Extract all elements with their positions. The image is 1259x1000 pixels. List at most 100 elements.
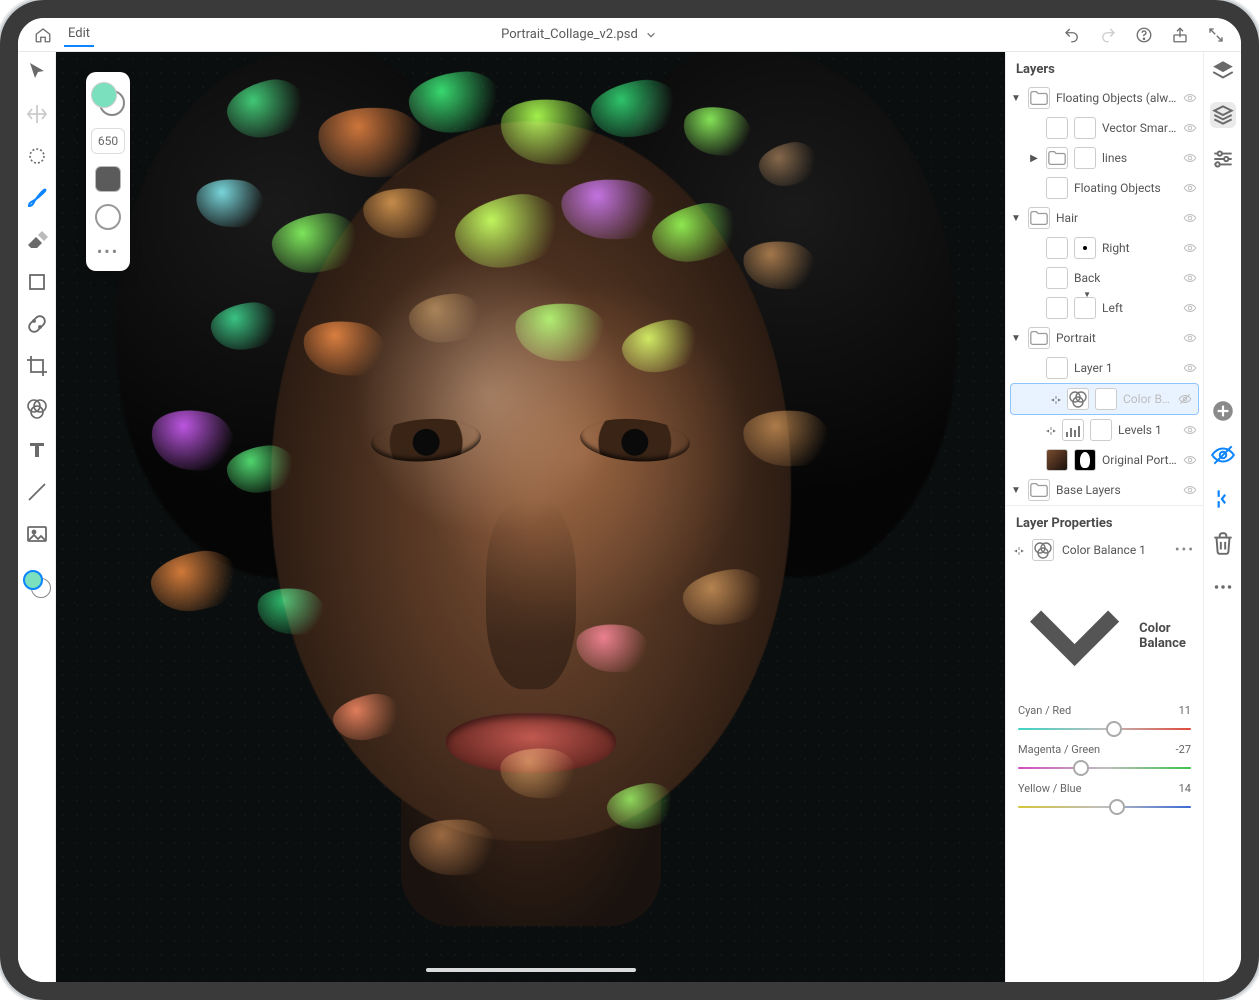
brush-size-field[interactable]: 650 — [91, 128, 125, 154]
visibility-off-icon[interactable] — [1178, 392, 1192, 406]
layer-thumbnail — [1028, 327, 1050, 349]
selected-layer-name: Color Balance 1 — [1062, 543, 1167, 557]
layer-name: lines — [1102, 151, 1177, 165]
adjustment-shortcut-icon[interactable] — [1210, 486, 1236, 512]
foreground-color-swatch — [23, 570, 43, 590]
layer-thumbnail — [1046, 267, 1068, 289]
layer-mask-thumbnail — [1095, 388, 1117, 410]
layer-group[interactable]: ▶ lines — [1006, 143, 1203, 173]
top-bar: Edit Portrait_Collage_v2.psd — [18, 18, 1241, 52]
visibility-icon[interactable] — [1183, 331, 1197, 345]
layer-properties-more-icon[interactable]: ••• — [1175, 542, 1195, 558]
disclosure-caret-icon[interactable]: ▼ — [1010, 333, 1022, 344]
layer-name: Original Portr... — [1102, 453, 1177, 467]
layer-name: Portrait — [1056, 331, 1177, 345]
visibility-toggle-icon[interactable] — [1210, 442, 1236, 468]
disclosure-caret-icon[interactable]: ▼ — [1010, 93, 1022, 104]
document-title: Portrait_Collage_v2.psd — [501, 27, 638, 42]
layers-detail-icon[interactable] — [1210, 102, 1236, 128]
redo-icon[interactable] — [1099, 26, 1117, 44]
color-balance-header[interactable]: Color Balance — [1006, 565, 1203, 698]
visibility-icon[interactable] — [1183, 483, 1197, 497]
visibility-icon[interactable] — [1183, 91, 1197, 105]
move-tool-icon[interactable] — [25, 60, 49, 84]
add-layer-icon[interactable] — [1210, 398, 1236, 424]
visibility-icon[interactable] — [1183, 121, 1197, 135]
layer-name: Left — [1102, 301, 1177, 315]
more-actions-icon[interactable] — [1210, 574, 1236, 600]
layers-compact-icon[interactable] — [1210, 58, 1236, 84]
brush-preset-tile[interactable] — [95, 166, 121, 192]
layer-group[interactable]: ▼ Portrait — [1006, 323, 1203, 353]
home-icon[interactable] — [34, 26, 52, 44]
layer-name: Floating Objects (always... — [1056, 91, 1177, 105]
visibility-icon[interactable] — [1183, 181, 1197, 195]
brush-color-swatch[interactable] — [91, 82, 125, 116]
layer-group[interactable]: ▼ Floating Objects (always... — [1006, 83, 1203, 113]
layer-name: Vector Smart... — [1102, 121, 1177, 135]
visibility-icon[interactable] — [1183, 271, 1197, 285]
brush-hardness-swatch[interactable] — [95, 204, 121, 230]
layer-name: Base Layers — [1056, 483, 1177, 497]
canvas[interactable] — [56, 52, 1005, 982]
layer-item[interactable]: Vector Smart... — [1006, 113, 1203, 143]
more-options-icon[interactable]: ••• — [97, 242, 119, 261]
place-image-tool-icon[interactable] — [25, 522, 49, 546]
type-tool-icon[interactable] — [25, 438, 49, 462]
layer-mask-thumbnail — [1074, 237, 1096, 259]
brush-tool-icon[interactable] — [25, 186, 49, 210]
channel-slider[interactable] — [1018, 760, 1191, 776]
delete-layer-icon[interactable] — [1210, 530, 1236, 556]
layer-item[interactable]: Original Portr... — [1006, 445, 1203, 475]
channel-slider[interactable] — [1018, 721, 1191, 737]
fullscreen-icon[interactable] — [1207, 26, 1225, 44]
help-icon[interactable] — [1135, 26, 1153, 44]
layer-name: Floating Objects — [1074, 181, 1177, 195]
lasso-tool-icon[interactable] — [25, 144, 49, 168]
visibility-icon[interactable] — [1183, 361, 1197, 375]
fill-tool-icon[interactable] — [25, 270, 49, 294]
layer-mask-thumbnail — [1074, 117, 1096, 139]
adjustment-thumb — [1032, 539, 1054, 561]
layer-item[interactable]: Layer 1 — [1006, 353, 1203, 383]
layer-item[interactable]: Right — [1006, 233, 1203, 263]
channel-label: Magenta / Green — [1018, 743, 1100, 756]
foreground-background-color[interactable] — [23, 570, 51, 598]
disclosure-caret-icon[interactable]: ▼ — [1010, 213, 1022, 224]
transform-tool-icon[interactable] — [25, 102, 49, 126]
layer-group[interactable]: ▼ Hair — [1006, 203, 1203, 233]
properties-icon[interactable] — [1210, 146, 1236, 172]
channel-label: Cyan / Red — [1018, 704, 1071, 717]
layer-item[interactable]: Color Balan... — [1010, 383, 1199, 415]
layer-name: Levels 1 — [1118, 423, 1177, 437]
layer-thumbnail — [1046, 357, 1068, 379]
layer-thumbnail — [1046, 297, 1068, 319]
visibility-icon[interactable] — [1183, 211, 1197, 225]
visibility-icon[interactable] — [1183, 301, 1197, 315]
layer-item[interactable]: ▼Left — [1006, 293, 1203, 323]
layer-item[interactable]: Back — [1006, 263, 1203, 293]
undo-icon[interactable] — [1063, 26, 1081, 44]
layer-item[interactable]: Floating Objects — [1006, 173, 1203, 203]
color-balance-channel: Yellow / Blue14 — [1006, 776, 1203, 815]
line-tool-icon[interactable] — [25, 480, 49, 504]
share-icon[interactable] — [1171, 26, 1189, 44]
layer-thumbnail — [1028, 479, 1050, 501]
layer-name: Right — [1102, 241, 1177, 255]
disclosure-caret-icon[interactable]: ▶ — [1028, 153, 1040, 164]
mode-tab-edit[interactable]: Edit — [64, 22, 94, 47]
document-title-button[interactable]: Portrait_Collage_v2.psd — [501, 27, 656, 42]
layer-group[interactable]: ▼ Base Layers — [1006, 475, 1203, 505]
heal-tool-icon[interactable] — [25, 312, 49, 336]
visibility-icon[interactable] — [1183, 241, 1197, 255]
crop-tool-icon[interactable] — [25, 354, 49, 378]
eraser-tool-icon[interactable] — [25, 228, 49, 252]
channel-slider[interactable] — [1018, 799, 1191, 815]
adjustments-tool-icon[interactable] — [25, 396, 49, 420]
visibility-icon[interactable] — [1183, 453, 1197, 467]
visibility-icon[interactable] — [1183, 423, 1197, 437]
visibility-icon[interactable] — [1183, 151, 1197, 165]
layer-name: Hair — [1056, 211, 1177, 225]
layer-item[interactable]: Levels 1 — [1006, 415, 1203, 445]
disclosure-caret-icon[interactable]: ▼ — [1010, 485, 1022, 496]
